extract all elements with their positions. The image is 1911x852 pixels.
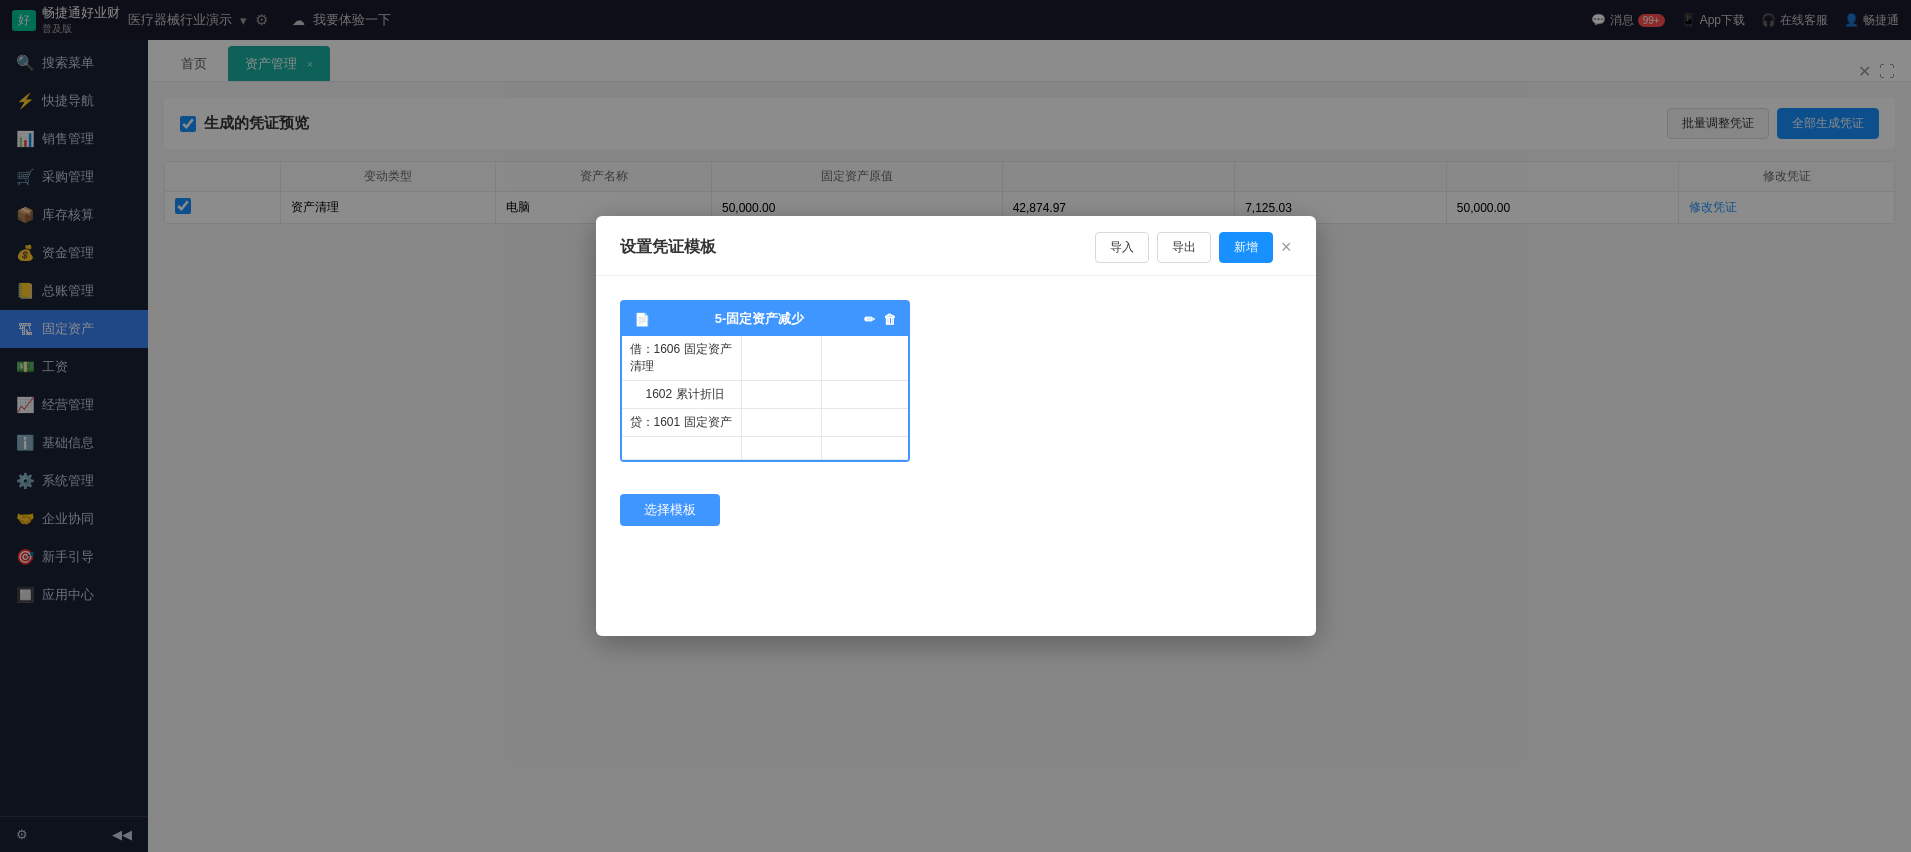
template-row-2: 贷：1601 固定资产: [622, 409, 908, 437]
template-card-header: 📄 5-固定资产减少 ✏ 🗑: [622, 302, 908, 336]
select-template-btn[interactable]: 选择模板: [620, 494, 720, 526]
template-name: 5-固定资产减少: [715, 310, 805, 328]
modal-body: 📄 5-固定资产减少 ✏ 🗑 借：1606 固定资产清理 1602 累计折旧: [596, 276, 1316, 550]
row3-debit: [742, 437, 822, 459]
template-row-0: 借：1606 固定资产清理: [622, 336, 908, 381]
template-edit-icon[interactable]: ✏: [864, 312, 875, 327]
new-template-btn[interactable]: 新增: [1219, 232, 1273, 263]
template-row-1: 1602 累计折旧: [622, 381, 908, 409]
row1-credit: [822, 381, 902, 408]
row1-debit: [742, 381, 822, 408]
template-actions: ✏ 🗑: [864, 312, 896, 327]
row2-subject: 贷：1601 固定资产: [622, 409, 742, 436]
modal-toolbar: 导入 导出 新增: [1095, 232, 1273, 263]
voucher-template-modal: 设置凭证模板 导入 导出 新增 × 📄 5-固定资产减少 ✏ 🗑: [596, 216, 1316, 636]
template-card-body: 借：1606 固定资产清理 1602 累计折旧 贷：1601 固定资产: [622, 336, 908, 460]
modal-close-btn[interactable]: ×: [1281, 237, 1292, 258]
row2-debit: [742, 409, 822, 436]
template-doc-icon: 📄: [634, 312, 650, 327]
import-btn[interactable]: 导入: [1095, 232, 1149, 263]
template-row-3: [622, 437, 908, 460]
modal-overlay[interactable]: 设置凭证模板 导入 导出 新增 × 📄 5-固定资产减少 ✏ 🗑: [0, 0, 1911, 852]
template-delete-icon[interactable]: 🗑: [883, 312, 896, 327]
row0-credit: [822, 336, 902, 380]
row3-credit: [822, 437, 902, 459]
modal-title: 设置凭证模板: [620, 237, 716, 258]
modal-header: 设置凭证模板 导入 导出 新增 ×: [596, 216, 1316, 276]
export-btn[interactable]: 导出: [1157, 232, 1211, 263]
row0-debit: [742, 336, 822, 380]
row3-subject: [622, 437, 742, 459]
row0-subject: 借：1606 固定资产清理: [622, 336, 742, 380]
row1-subject: 1602 累计折旧: [622, 381, 742, 408]
row2-credit: [822, 409, 902, 436]
template-card: 📄 5-固定资产减少 ✏ 🗑 借：1606 固定资产清理 1602 累计折旧: [620, 300, 910, 462]
